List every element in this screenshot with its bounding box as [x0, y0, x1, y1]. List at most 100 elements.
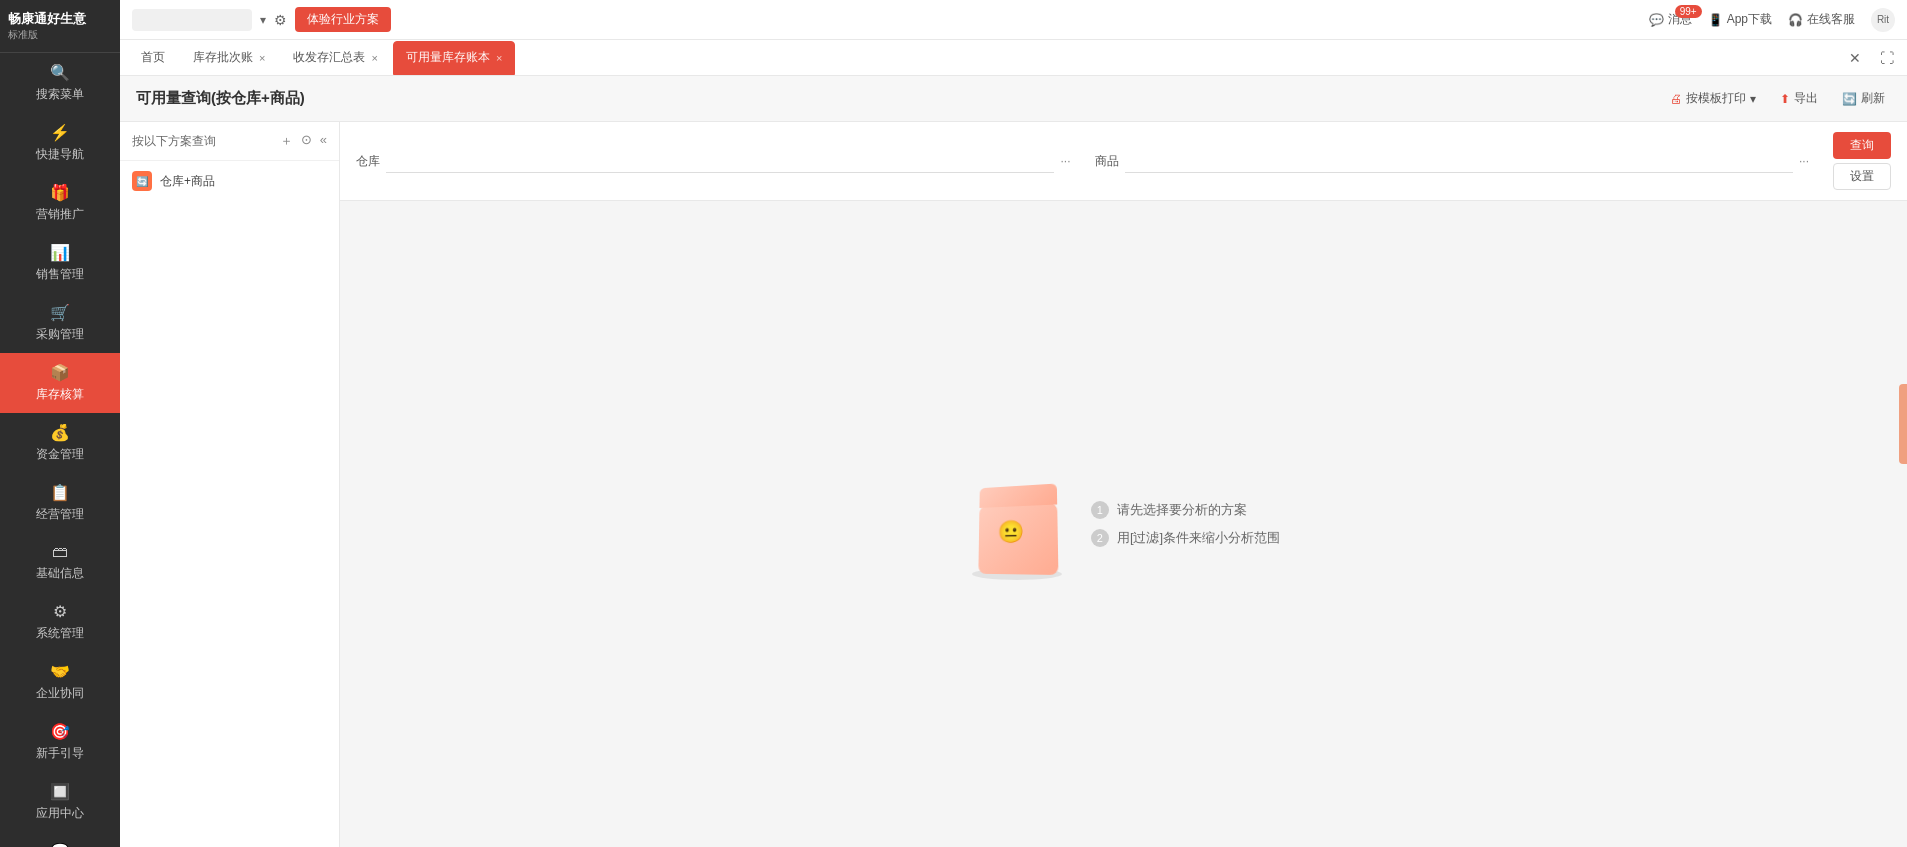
product-more-icon[interactable]: ··· — [1799, 154, 1809, 168]
tab-home[interactable]: 首页 — [128, 41, 178, 75]
gift-icon: 🎁 — [50, 183, 70, 202]
topbar-right: 💬 消息 99+ 📱 App下载 🎧 在线客服 Rit — [1649, 8, 1895, 32]
page-header-actions: 🖨 按模板打印 ▾ ⬆ 导出 🔄 刷新 — [1664, 86, 1891, 111]
warehouse-input[interactable] — [386, 150, 1054, 173]
template-print-label: 按模板打印 — [1686, 90, 1746, 107]
main-panel: 仓库 ··· 商品 ··· 查询 设置 — [340, 122, 1907, 847]
user-name: Rit — [1877, 14, 1889, 25]
sidebar-item-purchase[interactable]: 🛒 采购管理 — [0, 293, 120, 353]
page-header: 可用量查询(按仓库+商品) 🖨 按模板打印 ▾ ⬆ 导出 🔄 刷新 — [120, 76, 1907, 122]
export-icon: ⬆ — [1780, 92, 1790, 106]
sidebar-item-label: 采购管理 — [36, 326, 84, 343]
sidebar-item-shortcut[interactable]: ⚡ 快捷导航 — [0, 113, 120, 173]
empty-tip-2: 2 用[过滤]条件来缩小分析范围 — [1091, 529, 1280, 547]
collapse-icon[interactable]: « — [320, 132, 327, 150]
tab-available-label: 可用量库存账本 — [406, 49, 490, 66]
query-button[interactable]: 查询 — [1833, 132, 1891, 159]
template-print-button[interactable]: 🖨 按模板打印 ▾ — [1664, 86, 1762, 111]
handshake-icon: 🤝 — [50, 662, 70, 681]
product-label: 商品 — [1095, 153, 1119, 170]
tab-home-label: 首页 — [141, 49, 165, 66]
clipboard-icon: 📋 — [50, 483, 70, 502]
app-version: 标准版 — [8, 28, 112, 42]
phone-icon: 📱 — [1708, 13, 1723, 27]
filter-settings-button[interactable]: 设置 — [1833, 163, 1891, 190]
left-panel-header: 按以下方案查询 ＋ ⊙ « — [120, 122, 339, 161]
tab-available-close[interactable]: × — [496, 52, 502, 64]
product-input[interactable] — [1125, 150, 1793, 173]
sidebar-item-search[interactable]: 🔍 搜索菜单 — [0, 53, 120, 113]
search-icon: 🔍 — [50, 63, 70, 82]
chevron-down-icon: ▾ — [1750, 92, 1756, 106]
sidebar-item-finance[interactable]: 💰 资金管理 — [0, 413, 120, 473]
tab-summary[interactable]: 收发存汇总表 × — [280, 41, 390, 75]
sidebar-item-label: 销售管理 — [36, 266, 84, 283]
online-service-button[interactable]: 🎧 在线客服 — [1788, 11, 1855, 28]
sidebar-item-sales[interactable]: 📊 销售管理 — [0, 233, 120, 293]
export-button[interactable]: ⬆ 导出 — [1774, 86, 1824, 111]
sidebar-item-base[interactable]: 🗃 基础信息 — [0, 533, 120, 592]
topbar-dropdown-button[interactable]: ▾ — [260, 13, 266, 27]
scheme-item-label: 仓库+商品 — [160, 173, 215, 190]
app-download-label: App下载 — [1727, 11, 1772, 28]
tab-batch-label: 库存批次账 — [193, 49, 253, 66]
left-panel-title: 按以下方案查询 — [132, 133, 216, 150]
sidebar-item-label: 系统管理 — [36, 625, 84, 642]
tabs-controls: ✕ ⛶ — [1843, 46, 1899, 70]
print-icon: 🖨 — [1670, 92, 1682, 106]
refresh-label: 刷新 — [1861, 90, 1885, 107]
empty-face: 😐 — [997, 519, 1023, 545]
sidebar-item-marketing[interactable]: 🎁 营销推广 — [0, 173, 120, 233]
lightning-icon: ⚡ — [50, 123, 70, 142]
tabs-fullscreen-button[interactable]: ⛶ — [1875, 46, 1899, 70]
message-button[interactable]: 💬 消息 99+ — [1649, 11, 1692, 28]
message-badge: 99+ — [1675, 5, 1702, 18]
topbar-search-input[interactable] — [132, 9, 252, 31]
wechat-icon: 💬 — [50, 842, 70, 847]
user-profile[interactable]: Rit — [1871, 8, 1895, 32]
sidebar: 畅康通好生意 标准版 🔍 搜索菜单 ⚡ 快捷导航 🎁 营销推广 📊 销售管理 🛒… — [0, 0, 120, 847]
empty-illustration: 😐 — [967, 474, 1067, 574]
avatar: Rit — [1871, 8, 1895, 32]
sidebar-nav: 🔍 搜索菜单 ⚡ 快捷导航 🎁 营销推广 📊 销售管理 🛒 采购管理 📦 库存核… — [0, 53, 120, 847]
tip-1-text: 请先选择要分析的方案 — [1117, 501, 1247, 519]
tab-summary-close[interactable]: × — [371, 52, 377, 64]
settings-icon[interactable]: ⚙ — [274, 12, 287, 28]
sidebar-item-label: 库存核算 — [36, 386, 84, 403]
sidebar-item-cooperation[interactable]: 🤝 企业协同 — [0, 652, 120, 712]
page-title: 可用量查询(按仓库+商品) — [136, 89, 305, 108]
tab-available[interactable]: 可用量库存账本 × — [393, 41, 515, 75]
product-filter: 商品 ··· — [1095, 150, 1810, 173]
sidebar-item-label: 资金管理 — [36, 446, 84, 463]
sidebar-item-operations[interactable]: 📋 经营管理 — [0, 473, 120, 533]
trial-button[interactable]: 体验行业方案 — [295, 7, 391, 32]
tab-batch-close[interactable]: × — [259, 52, 265, 64]
scheme-item[interactable]: 🔄 仓库+商品 — [120, 161, 339, 201]
sidebar-item-system[interactable]: ⚙ 系统管理 — [0, 592, 120, 652]
scheme-icon: 🔄 — [132, 171, 152, 191]
tip-number-1: 1 — [1091, 501, 1109, 519]
sidebar-item-label: 应用中心 — [36, 805, 84, 822]
content-area: 按以下方案查询 ＋ ⊙ « 🔄 仓库+商品 仓库 ··· — [120, 122, 1907, 847]
add-scheme-icon[interactable]: ＋ — [280, 132, 293, 150]
tabs-bar: 首页 库存批次账 × 收发存汇总表 × 可用量库存账本 × ✕ ⛶ — [120, 40, 1907, 76]
scheme-settings-icon[interactable]: ⊙ — [301, 132, 312, 150]
chart-icon: 📊 — [50, 243, 70, 262]
tip-2-text: 用[过滤]条件来缩小分析范围 — [1117, 529, 1280, 547]
sidebar-item-inventory[interactable]: 📦 库存核算 — [0, 353, 120, 413]
refresh-button[interactable]: 🔄 刷新 — [1836, 86, 1891, 111]
tabs-close-button[interactable]: ✕ — [1843, 46, 1867, 70]
sidebar-item-label: 基础信息 — [36, 565, 84, 582]
target-icon: 🎯 — [50, 722, 70, 741]
sidebar-item-wechat[interactable]: 💬 企业微信 — [0, 832, 120, 847]
tab-batch[interactable]: 库存批次账 × — [180, 41, 278, 75]
sidebar-item-appcenter[interactable]: 🔲 应用中心 — [0, 772, 120, 832]
headset-icon: 🎧 — [1788, 13, 1803, 27]
warehouse-more-icon[interactable]: ··· — [1060, 154, 1070, 168]
export-label: 导出 — [1794, 90, 1818, 107]
database-icon: 🗃 — [52, 543, 68, 561]
refresh-icon: 🔄 — [1842, 92, 1857, 106]
sidebar-item-newuser[interactable]: 🎯 新手引导 — [0, 712, 120, 772]
scroll-indicator[interactable] — [1899, 384, 1907, 464]
app-download-button[interactable]: 📱 App下载 — [1708, 11, 1772, 28]
